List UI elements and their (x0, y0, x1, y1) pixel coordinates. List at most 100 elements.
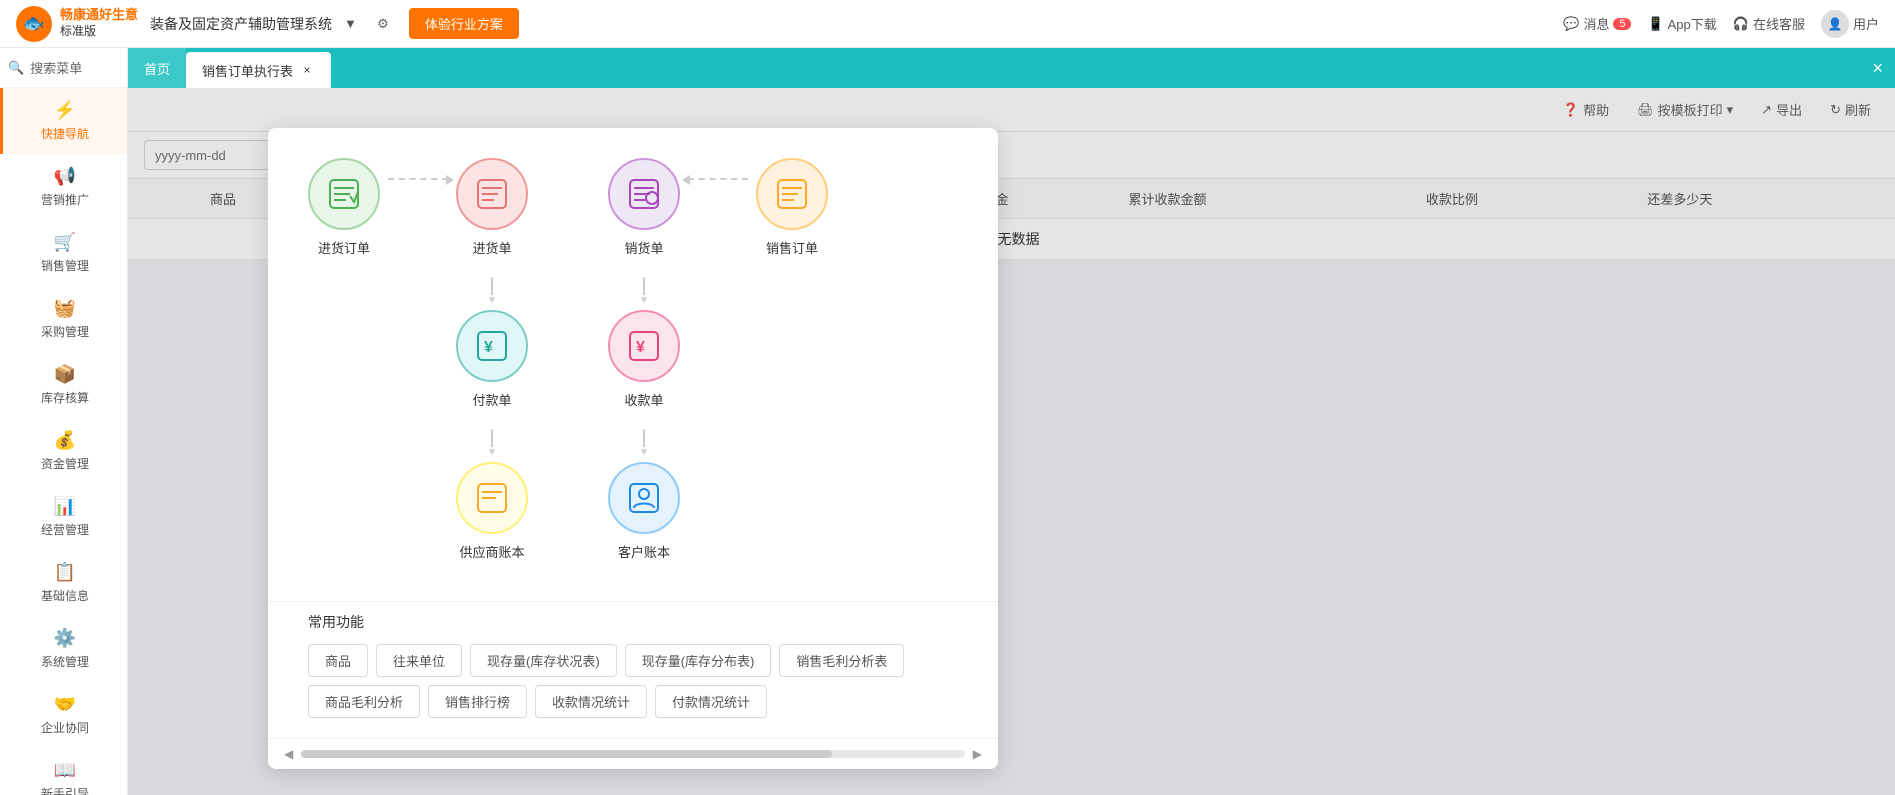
quick-nav-icon: ⚡ (54, 100, 76, 121)
page-content: ❓ 帮助 🖨 按模板打印 ▾ ↗ 导出 ↻ 刷新 (128, 88, 1895, 795)
cf-btn-stock-dist[interactable]: 现存量(库存分布表) (625, 644, 772, 677)
app-icon: 📱 (1647, 16, 1663, 32)
cf-btn-stock-status[interactable]: 现存量(库存状况表) (470, 644, 617, 677)
enterprise-icon: 🤝 (54, 694, 76, 715)
user-name: 用户 (1853, 14, 1879, 33)
cf-btn-receipt-stats[interactable]: 收款情况统计 (535, 685, 647, 718)
main-area: 🔍 搜索菜单 ⚡ 快捷导航 📢 营销推广 🛒 销售管理 🧺 采购管理 📦 (0, 48, 1895, 795)
arrow-down-purchase: ▼ (456, 277, 528, 306)
purchase-doc-circle (456, 158, 528, 230)
sales-icon: 🛒 (54, 232, 76, 253)
sidebar-item-inventory[interactable]: 📦 库存核算 (0, 352, 127, 418)
sidebar-item-label: 库存核算 (41, 389, 89, 406)
sidebar-item-label: 资金管理 (41, 455, 89, 472)
payment-doc-circle: ¥ (456, 310, 528, 382)
sidebar-item-basic-info[interactable]: 📋 基础信息 (0, 550, 127, 616)
cf-btn-goods-profit[interactable]: 商品毛利分析 (308, 685, 420, 718)
cf-title: 常用功能 (308, 612, 958, 632)
sidebar-item-enterprise[interactable]: 🤝 企业协同 (0, 682, 127, 748)
scroll-right-arrow[interactable]: ▶ (973, 747, 982, 761)
sidebar-item-sales[interactable]: 🛒 销售管理 (0, 220, 127, 286)
user-area[interactable]: 👤 用户 (1821, 10, 1879, 38)
search-label: 搜索菜单 (30, 58, 82, 77)
customer-ledger-label: 客户账本 (618, 542, 670, 561)
supplier-ledger-label: 供应商账本 (459, 542, 524, 561)
tab-bar-close-button[interactable]: × (1872, 58, 1883, 79)
sidebar-item-label: 新手引导 (41, 785, 89, 795)
purchase-doc-label: 进货单 (472, 238, 511, 257)
scroll-left-arrow[interactable]: ◀ (284, 747, 293, 761)
tab-bar: 首页 销售订单执行表 × × (128, 48, 1895, 88)
modal-flow: 进货订单 (268, 128, 998, 601)
sales-doc-label: 销货单 (624, 238, 663, 257)
flow-row-3: 供应商账本 (308, 462, 958, 561)
app-download-button[interactable]: 📱 App下载 (1647, 14, 1716, 33)
sidebar-item-quick-nav[interactable]: ⚡ 快捷导航 (0, 88, 127, 154)
sidebar-item-operations[interactable]: 📊 经营管理 (0, 484, 127, 550)
sidebar-item-guide[interactable]: 📖 新手引导 (0, 748, 127, 795)
purchase-order-circle (308, 158, 380, 230)
flow-node-purchase-doc: 进货单 (456, 158, 528, 257)
dropdown-arrow[interactable]: ▼ (344, 16, 357, 31)
flow-node-sales-order: 销售订单 (756, 158, 828, 257)
online-service-label: 在线客服 (1753, 14, 1805, 33)
sidebar-item-system[interactable]: ⚙️ 系统管理 (0, 616, 127, 682)
purchase-icon: 🧺 (54, 298, 76, 319)
scroll-thumb (301, 750, 832, 758)
cf-btn-goods[interactable]: 商品 (308, 644, 368, 677)
logo-icon: 🐟 (16, 6, 52, 42)
sidebar-item-label: 基础信息 (41, 587, 89, 604)
sidebar-item-marketing[interactable]: 📢 营销推广 (0, 154, 127, 220)
basic-info-icon: 📋 (54, 562, 76, 583)
message-label: 消息 (1583, 14, 1609, 33)
sidebar-item-label: 营销推广 (41, 191, 89, 208)
settings-button[interactable]: ⚙ (369, 10, 397, 38)
scroll-track[interactable] (301, 750, 965, 758)
trial-button[interactable]: 体验行业方案 (409, 8, 519, 39)
finance-icon: 💰 (54, 430, 76, 451)
logo-area: 🐟 畅康通好生意 标准版 (16, 6, 138, 42)
marketing-icon: 📢 (54, 166, 76, 187)
system-icon: ⚙️ (54, 628, 76, 649)
modal-overlay: 进货订单 (128, 88, 1895, 795)
arrow-down-payment: ▼ (456, 429, 528, 458)
flow-arrows-row-2: ▼ ▼ (308, 429, 958, 458)
guide-icon: 📖 (54, 760, 76, 781)
avatar: 👤 (1821, 10, 1849, 38)
arrow-down-sales: ▼ (608, 277, 680, 306)
cf-btn-payment-stats[interactable]: 付款情况统计 (655, 685, 767, 718)
search-icon: 🔍 (8, 60, 24, 76)
top-bar-right: 💬 消息 5 📱 App下载 🎧 在线客服 👤 用户 (1563, 10, 1879, 38)
arrow-down-receipt: ▼ (608, 429, 680, 458)
system-title: 装备及固定资产辅助管理系统 (150, 14, 332, 34)
online-service-button[interactable]: 🎧 在线客服 (1733, 14, 1805, 33)
receipt-doc-label: 收款单 (624, 390, 663, 409)
sidebar-item-label: 采购管理 (41, 323, 89, 340)
sidebar-item-purchase[interactable]: 🧺 采购管理 (0, 286, 127, 352)
svg-text:¥: ¥ (636, 339, 645, 356)
cf-btn-partner[interactable]: 往来单位 (376, 644, 462, 677)
purchase-order-label: 进货订单 (318, 238, 370, 257)
flow-row-1: 进货订单 (308, 158, 958, 257)
service-icon: 🎧 (1733, 16, 1749, 32)
cf-buttons: 商品 往来单位 现存量(库存状况表) 现存量(库存分布表) 销售毛利分析表 商品… (308, 644, 958, 718)
operations-icon: 📊 (54, 496, 76, 517)
cf-btn-sales-profit[interactable]: 销售毛利分析表 (779, 644, 904, 677)
tab-close-button[interactable]: × (299, 62, 315, 78)
sidebar-item-label: 企业协同 (41, 719, 89, 736)
message-button[interactable]: 💬 消息 5 (1563, 14, 1631, 33)
logo-line1: 畅康通好生意 (60, 7, 138, 24)
tab-sales-order[interactable]: 销售订单执行表 × (186, 52, 331, 88)
flow-node-payment-doc: ¥ 付款单 (456, 310, 528, 409)
cf-btn-sales-rank[interactable]: 销售排行榜 (428, 685, 527, 718)
tab-home[interactable]: 首页 (128, 48, 186, 88)
flow-node-receipt-doc: ¥ 收款单 (608, 310, 680, 409)
content-area: 首页 销售订单执行表 × × ❓ 帮助 🖨 按 (128, 48, 1895, 795)
arrow-sales-order-to-doc (680, 158, 756, 180)
sidebar-item-label: 系统管理 (41, 653, 89, 670)
modal-box: 进货订单 (268, 128, 998, 769)
message-badge: 5 (1613, 18, 1631, 30)
sidebar-item-finance[interactable]: 💰 资金管理 (0, 418, 127, 484)
logo-text: 畅康通好生意 标准版 (60, 7, 138, 39)
sidebar-search[interactable]: 🔍 搜索菜单 (0, 48, 127, 88)
